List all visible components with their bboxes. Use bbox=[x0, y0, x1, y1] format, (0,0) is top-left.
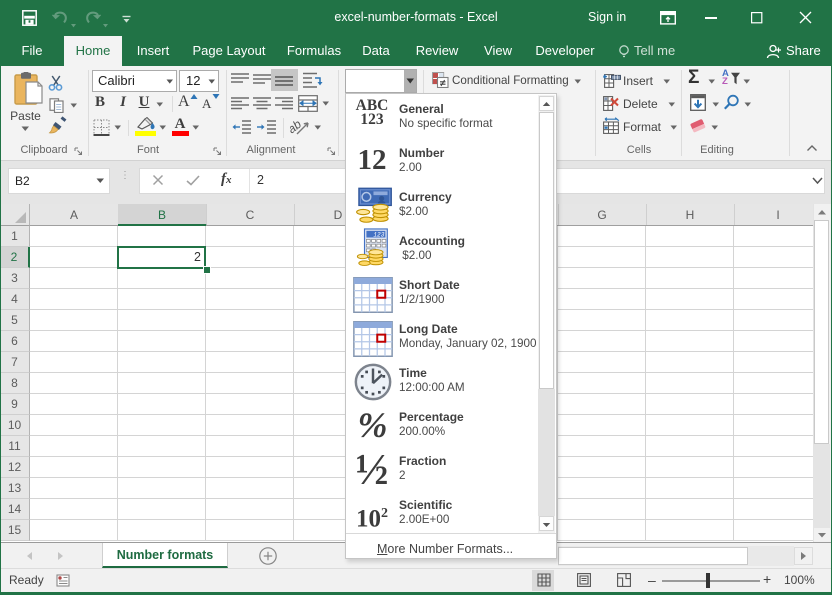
svg-text:123: 123 bbox=[373, 232, 384, 239]
